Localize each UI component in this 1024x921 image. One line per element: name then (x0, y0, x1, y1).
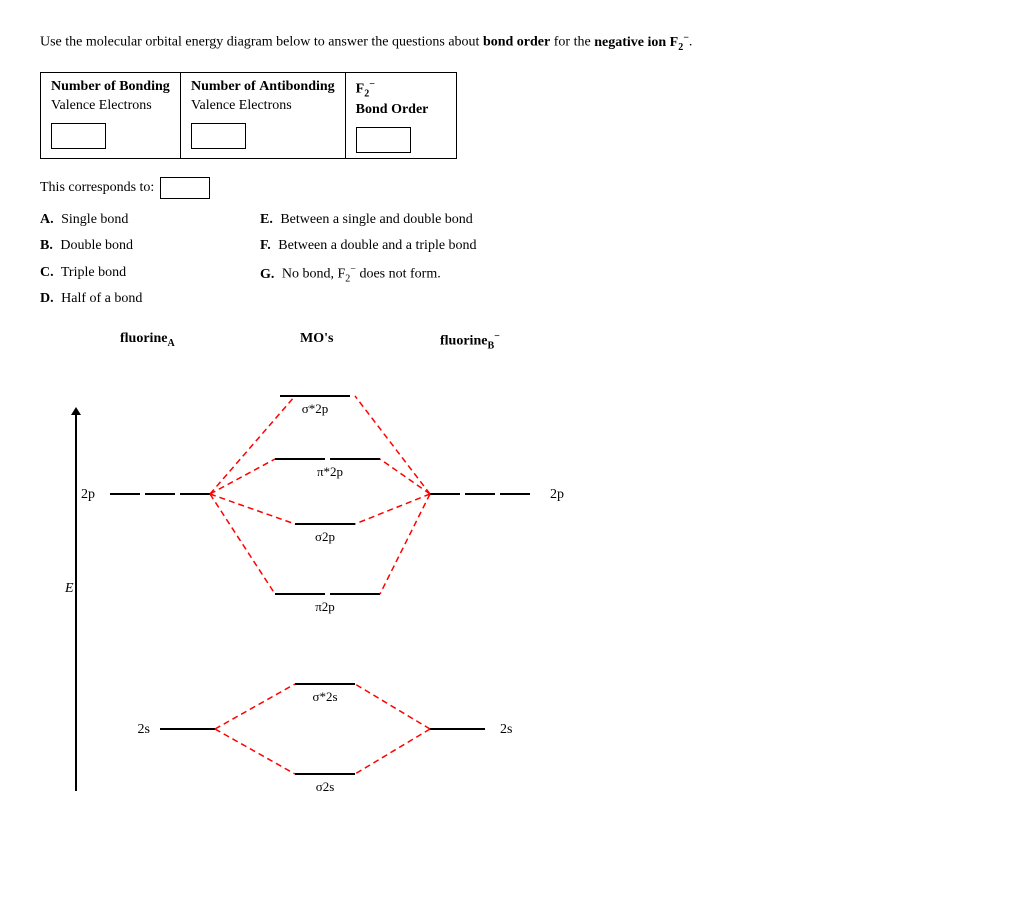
options-right: E. Between a single and double bond F. B… (260, 209, 984, 311)
col-antibonding-header: Number of AntibondingValence Electrons (191, 78, 335, 114)
option-b: B. Double bond (40, 235, 260, 257)
option-c: C. Triple bond (40, 262, 260, 284)
option-f: F. Between a double and a triple bond (260, 235, 984, 257)
options-left: A. Single bond B. Double bond C. Triple … (40, 209, 260, 311)
mo-diagram-svg: σ*2p π*2p σ2p π2p σ*2s σ2s 2p 2s (60, 331, 620, 891)
corresponds-label: This corresponds to: (40, 180, 154, 196)
svg-text:2s: 2s (138, 722, 150, 737)
diagram-section: fluorineA MO's fluorineB− E σ*2p π*2p σ2… (60, 331, 984, 891)
col-antibonding: Number of AntibondingValence Electrons (181, 73, 346, 158)
svg-text:σ2s: σ2s (316, 779, 335, 794)
col-bonding-header: Number of BondingValence Electrons (51, 78, 170, 114)
antibonding-electrons-input[interactable] (191, 123, 246, 149)
col-bond-order-header: F2−Bond Order (356, 78, 446, 119)
svg-text:2p: 2p (550, 487, 564, 502)
svg-text:σ2p: σ2p (315, 529, 335, 544)
options-section: A. Single bond B. Double bond C. Triple … (40, 209, 984, 311)
option-e: E. Between a single and double bond (260, 209, 984, 231)
bond-order-input[interactable] (356, 127, 411, 153)
intro-text: Use the molecular orbital energy diagram… (40, 30, 984, 54)
corresponds-input[interactable] (160, 177, 210, 199)
col-bond-order: F2−Bond Order (346, 73, 456, 158)
svg-text:2p: 2p (81, 487, 95, 502)
option-a: A. Single bond (40, 209, 260, 231)
col-bonding: Number of BondingValence Electrons (41, 73, 181, 158)
option-d: D. Half of a bond (40, 288, 260, 310)
svg-text:2s: 2s (500, 722, 512, 737)
corresponds-row: This corresponds to: (40, 177, 984, 199)
bonding-electrons-input[interactable] (51, 123, 106, 149)
table: Number of BondingValence Electrons Numbe… (40, 72, 457, 159)
svg-text:π2p: π2p (315, 599, 335, 614)
svg-text:π*2p: π*2p (317, 464, 343, 479)
option-g: G. No bond, F2− does not form. (260, 262, 984, 287)
svg-text:σ*2s: σ*2s (312, 689, 337, 704)
svg-text:σ*2p: σ*2p (302, 401, 329, 416)
